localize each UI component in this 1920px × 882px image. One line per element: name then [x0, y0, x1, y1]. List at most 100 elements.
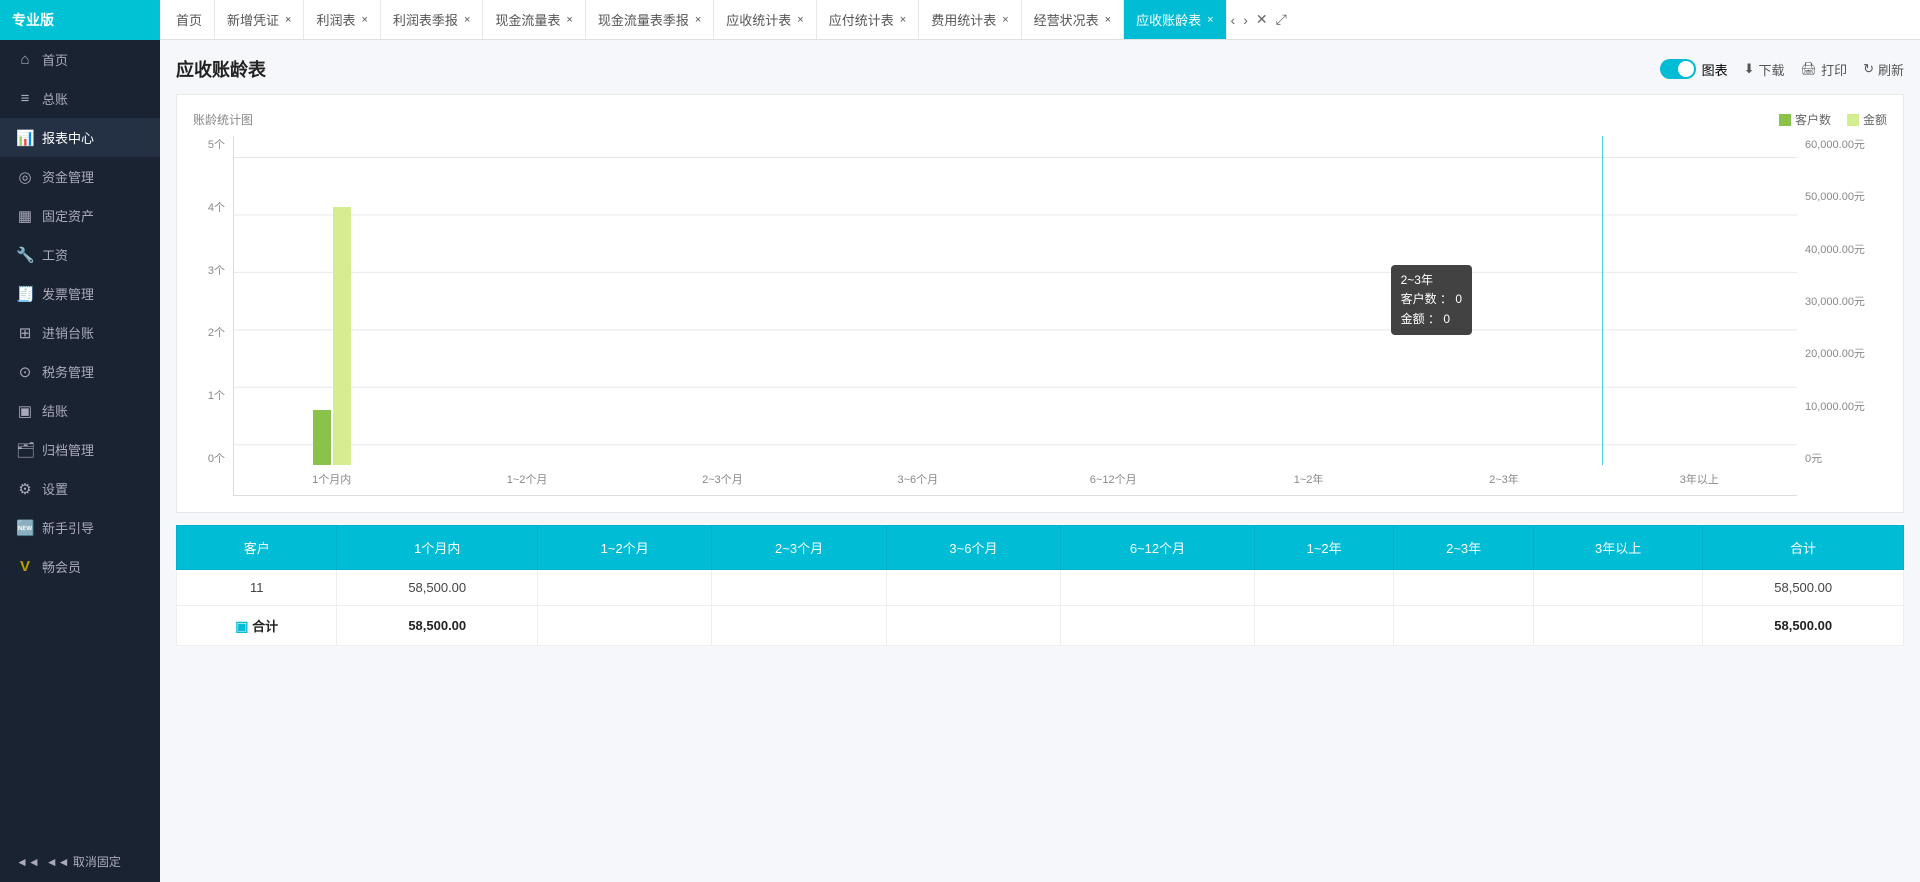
tab-voucher-close[interactable]: ×	[285, 14, 291, 26]
page-header: 应收账龄表 图表 ⬇ 下载 🖨 打印 ↻ 刷新	[176, 56, 1904, 82]
tab-profit-close[interactable]: ×	[361, 14, 367, 26]
cell-m1: 58,500.00	[337, 570, 538, 606]
tab-ar-stats-close[interactable]: ×	[797, 14, 803, 26]
sidebar-item-assets[interactable]: ▦ 固定资产	[0, 196, 160, 235]
data-table: 客户 1个月内 1~2个月 2~3个月 3~6个月 6~12个月 1~2年 2~…	[176, 525, 1904, 646]
refresh-label: 刷新	[1878, 60, 1904, 79]
sidebar-item-member[interactable]: V 畅会员	[0, 547, 160, 586]
chart-legend: 客户数 金额	[1779, 111, 1887, 128]
legend-customers-label: 客户数	[1795, 111, 1831, 128]
cell-m12	[1061, 570, 1255, 606]
tab-profit-quarterly[interactable]: 利润表季报 ×	[381, 0, 483, 40]
legend-amount-label: 金额	[1863, 111, 1887, 128]
sidebar-item-label: 结账	[42, 401, 68, 420]
sidebar-item-close[interactable]: ▣ 结账	[0, 391, 160, 430]
tab-voucher[interactable]: 新增凭证 ×	[215, 0, 304, 40]
sidebar-item-label: 资金管理	[42, 167, 94, 186]
tab-prev-btn[interactable]: ‹	[1227, 0, 1240, 40]
x-label-y3plus: 3年以上	[1602, 465, 1797, 495]
refresh-icon: ↻	[1863, 61, 1874, 77]
y-right-30000: 30,000.00元	[1805, 293, 1865, 309]
bar-group-y1	[1211, 136, 1406, 465]
guide-icon: 🆕	[16, 519, 34, 537]
tab-profit-label: 利润表	[316, 10, 355, 29]
tab-close-all-btn[interactable]: ✕	[1252, 0, 1272, 40]
total-label: 合计	[252, 619, 278, 634]
col-header-total: 合计	[1703, 526, 1904, 570]
table-header-row: 客户 1个月内 1~2个月 2~3个月 3~6个月 6~12个月 1~2年 2~…	[177, 526, 1904, 570]
sidebar-item-reports[interactable]: 📊 报表中心	[0, 118, 160, 157]
sidebar-item-label: 固定资产	[42, 206, 94, 225]
salary-icon: 🔧	[16, 246, 34, 264]
tab-operation[interactable]: 经营状况表 ×	[1022, 0, 1124, 40]
sidebar-item-archive[interactable]: 🗂 归档管理	[0, 430, 160, 469]
y-right-60000: 60,000.00元	[1805, 136, 1865, 152]
tab-cashflow[interactable]: 现金流量表 ×	[483, 0, 585, 40]
sidebar-item-capital[interactable]: ◎ 资金管理	[0, 157, 160, 196]
y-right-40000: 40,000.00元	[1805, 241, 1865, 257]
tab-expand-btn[interactable]: ⤢	[1272, 0, 1291, 40]
tab-next-btn[interactable]: ›	[1239, 0, 1252, 40]
chart-toggle[interactable]	[1660, 59, 1696, 79]
tab-home[interactable]: 首页	[164, 0, 215, 40]
tab-operation-close[interactable]: ×	[1105, 14, 1111, 26]
bar-m1-amount	[333, 207, 351, 465]
x-label-y2: 2~3年	[1406, 465, 1601, 495]
y-right-50000: 50,000.00元	[1805, 188, 1865, 204]
tab-ar-aging[interactable]: 应收账龄表 ×	[1124, 0, 1226, 40]
download-button[interactable]: ⬇ 下载	[1744, 60, 1785, 79]
tab-expense-stats[interactable]: 费用统计表 ×	[919, 0, 1021, 40]
tab-expense-stats-close[interactable]: ×	[1002, 14, 1008, 26]
chart-toggle-label: 图表	[1702, 60, 1728, 79]
tab-cashflow-quarterly[interactable]: 现金流量表季报 ×	[586, 0, 714, 40]
tab-ar-aging-close[interactable]: ×	[1207, 14, 1213, 26]
bars-container	[234, 136, 1797, 465]
tab-cashflow-close[interactable]: ×	[566, 14, 572, 26]
refresh-button[interactable]: ↻ 刷新	[1863, 60, 1904, 79]
sidebar-collapse-btn[interactable]: ◄◄ ◄◄ 取消固定	[0, 841, 160, 882]
toggle-thumb	[1678, 61, 1694, 77]
sidebar-item-guide[interactable]: 🆕 新手引导	[0, 508, 160, 547]
tab-profit-quarterly-close[interactable]: ×	[464, 14, 470, 26]
sidebar-item-inventory[interactable]: ⊞ 进销台账	[0, 313, 160, 352]
tab-cashflow-quarterly-close[interactable]: ×	[695, 14, 701, 26]
tab-ar-stats-label: 应收统计表	[726, 10, 791, 29]
table-row: 11 58,500.00 58,500.00	[177, 570, 1904, 606]
sidebar-item-label: 总账	[42, 89, 68, 108]
col-header-m3: 2~3个月	[712, 526, 886, 570]
y-left-2: 2个	[208, 324, 225, 340]
y-left-0: 0个	[208, 450, 225, 466]
x-label-m1: 1个月内	[234, 465, 429, 495]
sidebar-item-tax[interactable]: ⊙ 税务管理	[0, 352, 160, 391]
page-title: 应收账龄表	[176, 56, 266, 82]
sidebar-item-home[interactable]: ⌂ 首页	[0, 40, 160, 79]
sidebar-item-ledger[interactable]: ≡ 总账	[0, 79, 160, 118]
app-logo: 专业版	[0, 0, 160, 40]
archive-icon: 🗂	[16, 441, 34, 459]
invoice-icon: 🧾	[16, 285, 34, 303]
tab-ap-stats[interactable]: 应付统计表 ×	[817, 0, 919, 40]
tab-profit[interactable]: 利润表 ×	[304, 0, 380, 40]
total-icon: ▣	[235, 618, 248, 634]
col-header-m1: 1个月内	[337, 526, 538, 570]
print-button[interactable]: 🖨 打印	[1801, 60, 1848, 79]
sidebar-item-salary[interactable]: 🔧 工资	[0, 235, 160, 274]
y-right-0: 0元	[1805, 450, 1822, 466]
tab-ar-stats[interactable]: 应收统计表 ×	[714, 0, 816, 40]
chart-toggle-group[interactable]: 图表	[1660, 59, 1728, 79]
tab-ap-stats-close[interactable]: ×	[900, 14, 906, 26]
col-header-y3plus: 3年以上	[1533, 526, 1702, 570]
capital-icon: ◎	[16, 168, 34, 186]
sidebar-item-settings[interactable]: ⚙ 设置	[0, 469, 160, 508]
tab-ar-aging-label: 应收账龄表	[1136, 10, 1201, 29]
collapse-label: ◄◄ 取消固定	[46, 853, 121, 870]
sidebar-item-label: 设置	[42, 479, 68, 498]
sidebar: 专业版 ⌂ 首页 ≡ 总账 📊 报表中心 ◎ 资金管理 ▦ 固定资产 🔧 工资 …	[0, 0, 160, 882]
tab-expense-stats-label: 费用统计表	[931, 10, 996, 29]
tab-voucher-label: 新增凭证	[227, 10, 279, 29]
ledger-icon: ≡	[16, 90, 34, 107]
cell-m3	[712, 570, 886, 606]
sidebar-item-invoice[interactable]: 🧾 发票管理	[0, 274, 160, 313]
legend-amount-color	[1847, 114, 1859, 126]
col-header-y1: 1~2年	[1254, 526, 1394, 570]
